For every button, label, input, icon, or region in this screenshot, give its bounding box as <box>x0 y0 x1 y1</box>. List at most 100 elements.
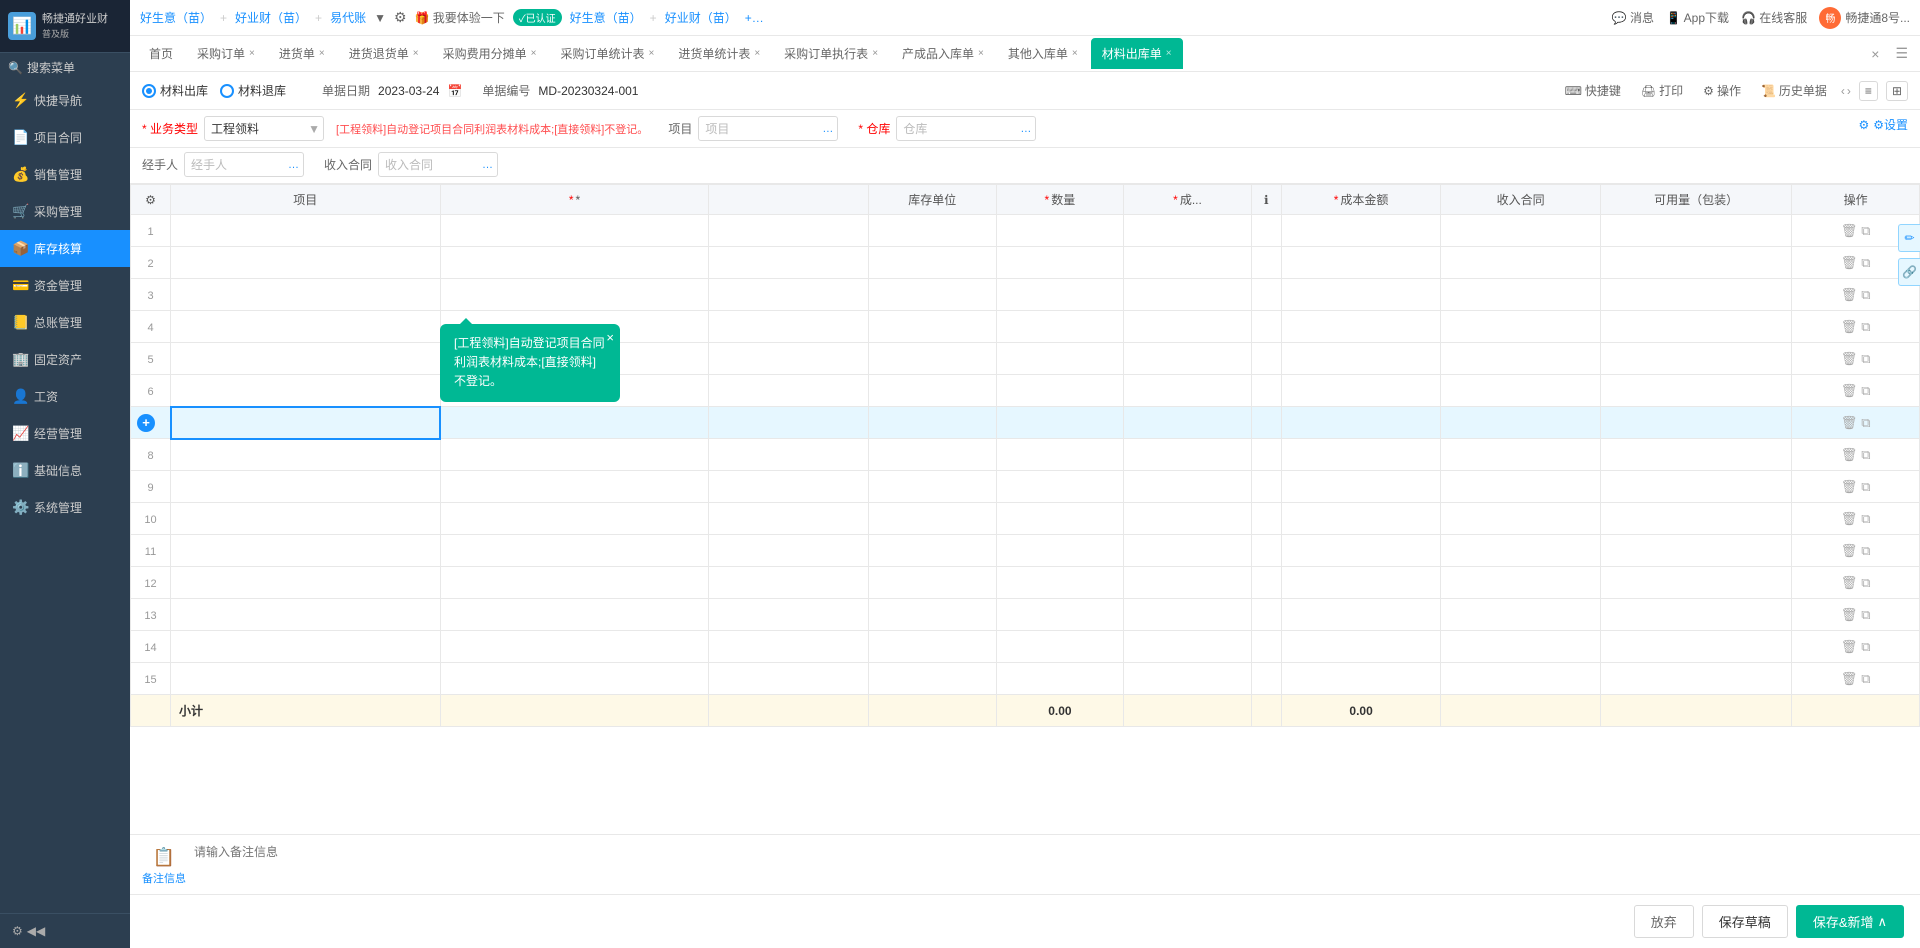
row-1-material[interactable] <box>440 215 709 247</box>
copy-icon-13[interactable]: ⧉ <box>1861 607 1870 623</box>
delete-icon-11[interactable]: 🗑 <box>1841 543 1858 559</box>
tab-other-inbound[interactable]: 其他入库单 × <box>997 38 1089 69</box>
copy-icon-9[interactable]: ⧉ <box>1861 479 1870 495</box>
delete-icon-14[interactable]: 🗑 <box>1841 639 1858 655</box>
sidebar-item-wages[interactable]: 👤 工资 <box>0 378 130 415</box>
topbar-user[interactable]: 畅 畅捷通8号... <box>1819 7 1910 29</box>
copy-icon-14[interactable]: ⧉ <box>1861 639 1870 655</box>
add-row-btn[interactable]: + <box>137 414 155 432</box>
tab-material-out[interactable]: 材料出库单 × <box>1091 38 1183 69</box>
delete-icon-7[interactable]: 🗑 <box>1841 415 1858 431</box>
tab-close-incoming[interactable]: × <box>319 48 325 59</box>
nav-next[interactable]: › <box>1847 84 1851 98</box>
tab-close-exec[interactable]: × <box>872 48 878 59</box>
row-2-spec[interactable] <box>709 247 869 279</box>
tab-close-expense[interactable]: × <box>531 48 537 59</box>
tab-purchase-order[interactable]: 采购订单 × <box>186 38 266 69</box>
tab-purchase-expense[interactable]: 采购费用分摊单 × <box>432 38 548 69</box>
notes-input[interactable] <box>194 843 1908 883</box>
copy-icon-6[interactable]: ⧉ <box>1861 383 1870 399</box>
delete-icon-8[interactable]: 🗑 <box>1841 447 1858 463</box>
copy-icon-11[interactable]: ⧉ <box>1861 543 1870 559</box>
date-picker-icon[interactable]: 📅 <box>447 84 462 98</box>
row-2-available[interactable] <box>1600 247 1791 279</box>
copy-icon-1[interactable]: ⧉ <box>1861 223 1870 239</box>
operation-btn[interactable]: ⚙ 操作 <box>1697 80 1747 101</box>
radio-material-out[interactable]: 材料出库 <box>142 82 208 99</box>
topbar-etc[interactable]: +… <box>745 11 764 25</box>
tab-close-incoming-stats[interactable]: × <box>754 48 760 59</box>
topbar-settings-icon[interactable]: ⚙ <box>394 9 407 26</box>
row-7-material-input[interactable] <box>447 416 702 430</box>
business-type-select[interactable]: 工程领料 ▼ <box>204 116 324 141</box>
tab-close-incoming-return[interactable]: × <box>413 48 419 59</box>
copy-icon-2[interactable]: ⧉ <box>1861 255 1870 271</box>
tab-incoming[interactable]: 进货单 × <box>268 38 336 69</box>
copy-icon-12[interactable]: ⧉ <box>1861 575 1870 591</box>
delete-icon-5[interactable]: 🗑 <box>1841 351 1858 367</box>
sidebar-item-sales[interactable]: 💰 销售管理 <box>0 156 130 193</box>
copy-icon-10[interactable]: ⧉ <box>1861 511 1870 527</box>
row-7-material[interactable] <box>440 407 709 439</box>
copy-icon-4[interactable]: ⧉ <box>1861 319 1870 335</box>
radio-material-return[interactable]: 材料退库 <box>220 82 286 99</box>
row-2-unit[interactable] <box>868 247 996 279</box>
delete-icon-4[interactable]: 🗑 <box>1841 319 1858 335</box>
tab-incoming-stats[interactable]: 进货单统计表 × <box>667 38 771 69</box>
row-3-material[interactable] <box>440 279 709 311</box>
tab-finished-goods[interactable]: 产成品入库单 × <box>891 38 995 69</box>
col-settings-header[interactable]: ⚙ <box>131 185 171 215</box>
income-contract-select[interactable]: 收入合同 … <box>378 152 498 177</box>
settings-btn[interactable]: ⚙ ⚙设置 <box>1858 116 1908 133</box>
tab-close-all[interactable]: × <box>1863 46 1887 62</box>
project-select[interactable]: 项目 … <box>698 116 838 141</box>
side-icon-1[interactable]: ✏ <box>1898 224 1920 252</box>
sidebar-item-quick-nav[interactable]: ⚡ 快捷导航 <box>0 82 130 119</box>
topbar-experience[interactable]: 🎁 我要体验一下 <box>415 9 505 26</box>
tab-purchase-stats[interactable]: 采购订单统计表 × <box>549 38 665 69</box>
copy-icon-5[interactable]: ⧉ <box>1861 351 1870 367</box>
topbar-link-shengyi[interactable]: 好生意（苗） <box>140 9 212 26</box>
row-2-cost[interactable] <box>1124 247 1252 279</box>
copy-icon-15[interactable]: ⧉ <box>1861 671 1870 687</box>
row-7-project[interactable] <box>171 407 441 439</box>
copy-icon-8[interactable]: ⧉ <box>1861 447 1870 463</box>
collapse-btn[interactable]: ◀◀ <box>27 924 45 938</box>
print-btn[interactable]: 🖨 打印 <box>1635 80 1689 101</box>
discard-button[interactable]: 放弃 <box>1634 905 1694 938</box>
view-grid-btn[interactable]: ⊞ <box>1886 81 1908 101</box>
row-1-cost[interactable] <box>1124 215 1252 247</box>
sidebar-bottom[interactable]: ⚙ ◀◀ <box>0 913 130 948</box>
row-1-available[interactable] <box>1600 215 1791 247</box>
copy-icon-7[interactable]: ⧉ <box>1861 415 1870 431</box>
sidebar-item-general-ledger[interactable]: 📒 总账管理 <box>0 304 130 341</box>
sidebar-item-project-contract[interactable]: 📄 项目合同 <box>0 119 130 156</box>
delete-icon-9[interactable]: 🗑 <box>1841 479 1858 495</box>
tab-close-finished[interactable]: × <box>978 48 984 59</box>
tab-home[interactable]: 首页 <box>138 38 184 69</box>
row-1-cost-amount[interactable] <box>1281 215 1441 247</box>
row-1-project[interactable] <box>171 215 441 247</box>
sidebar-item-sys[interactable]: ⚙️ 系统管理 <box>0 489 130 526</box>
tab-close-other[interactable]: × <box>1072 48 1078 59</box>
row-2-income-contract[interactable] <box>1441 247 1601 279</box>
delete-icon-15[interactable]: 🗑 <box>1841 671 1858 687</box>
row-2-qty[interactable] <box>996 247 1124 279</box>
sidebar-item-fund[interactable]: 💳 资金管理 <box>0 267 130 304</box>
side-icon-2[interactable]: 🔗 <box>1898 258 1920 286</box>
row-1-income-contract[interactable] <box>1441 215 1601 247</box>
row-1-unit[interactable] <box>868 215 996 247</box>
tab-close-purchase-stats[interactable]: × <box>648 48 654 59</box>
sidebar-item-ops[interactable]: 📈 经营管理 <box>0 415 130 452</box>
delete-icon-13[interactable]: 🗑 <box>1841 607 1858 623</box>
delete-icon-1[interactable]: 🗑 <box>1841 223 1858 239</box>
copy-icon-3[interactable]: ⧉ <box>1861 287 1870 303</box>
row-1-spec[interactable] <box>709 215 869 247</box>
save-new-button[interactable]: 保存&新增 ∧ <box>1796 905 1904 938</box>
warehouse-select[interactable]: 仓库 … <box>896 116 1036 141</box>
row-2-material[interactable] <box>440 247 709 279</box>
topbar-app-download[interactable]: 📱 App下载 <box>1666 9 1729 26</box>
delete-icon-12[interactable]: 🗑 <box>1841 575 1858 591</box>
topbar-shengyi2[interactable]: 好生意（苗） <box>570 9 642 26</box>
tab-close-material[interactable]: × <box>1166 48 1172 59</box>
